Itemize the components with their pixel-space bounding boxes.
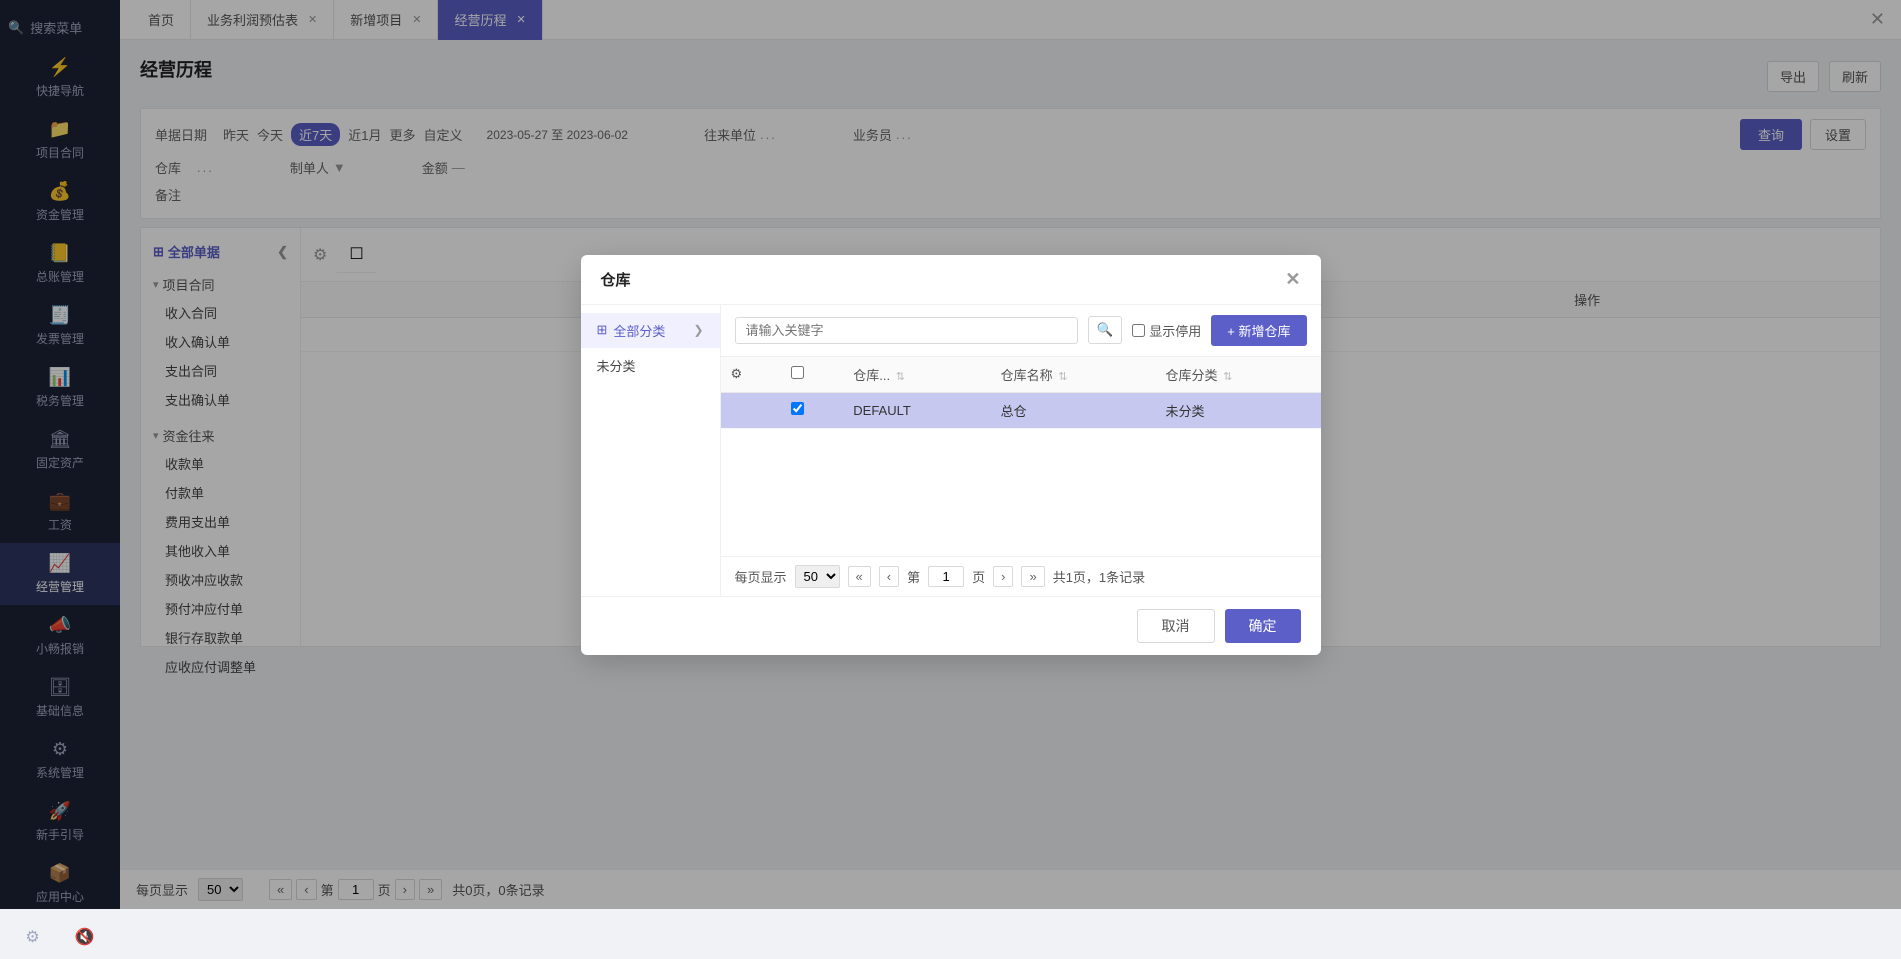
modal-show-disabled-checkbox[interactable] [1132,324,1145,337]
modal-close-btn[interactable]: ✕ [1285,269,1300,290]
modal-col-code: 仓库... ⇅ [843,357,990,393]
modal-col-category: 仓库分类 ⇅ [1156,357,1321,393]
modal-toolbar: 🔍 显示停用 + 新增仓库 [721,305,1321,357]
modal-body: ⊞ 全部分类 ❯ 未分类 🔍 显示停用 + 新增仓库 [581,305,1321,596]
modal-col-gear: ⚙ [721,357,781,393]
sidebar-bottom: ⚙ 🔇 [0,915,120,959]
modal-show-disabled-text: 显示停用 [1149,321,1201,340]
modal-all-label: 全部分类 [613,321,665,340]
table-row[interactable]: DEFAULT 总仓 未分类 [721,392,1321,428]
modal-search-input[interactable] [735,317,1078,344]
modal-page-prefix: 第 [907,567,920,586]
modal-pagination: 每页显示 50 « ‹ 第 页 › » 共1页，1条记录 [721,556,1321,596]
settings-bottom-icon[interactable]: ⚙ [25,927,39,947]
modal-unclassified[interactable]: 未分类 [581,348,720,383]
modal-cancel-btn[interactable]: 取消 [1137,609,1215,643]
modal-col-category-label: 仓库分类 [1166,368,1218,383]
modal-search-btn[interactable]: 🔍 [1088,316,1123,344]
modal-table: ⚙ 仓库... ⇅ 仓库名称 ⇅ [721,357,1321,429]
row-gear-cell [721,392,781,428]
row-name-cell: 总仓 [991,392,1156,428]
modal-col-name: 仓库名称 ⇅ [991,357,1156,393]
modal-col-check [781,357,844,393]
modal-unclassified-label: 未分类 [597,356,636,375]
modal-all-category[interactable]: ⊞ 全部分类 ❯ [581,313,720,348]
modal-add-btn[interactable]: + 新增仓库 [1211,315,1306,346]
modal-page-next[interactable]: › [993,566,1013,587]
row-category-cell: 未分类 [1156,392,1321,428]
modal-col-code-label: 仓库... [853,368,890,383]
modal-table-area: ⚙ 仓库... ⇅ 仓库名称 ⇅ [721,357,1321,556]
modal-left-panel: ⊞ 全部分类 ❯ 未分类 [581,305,721,596]
modal-col-name-label: 仓库名称 [1001,368,1053,383]
modal-title: 仓库 [601,269,631,290]
modal-footer: 取消 确定 [581,596,1321,655]
modal-confirm-btn[interactable]: 确定 [1225,609,1301,643]
mute-icon[interactable]: 🔇 [75,927,95,947]
grid-icon-modal: ⊞ [597,322,608,338]
modal-header: 仓库 ✕ [581,255,1321,305]
modal-page-input[interactable] [928,566,964,587]
modal-gear-icon[interactable]: ⚙ [731,366,743,381]
modal-page-label: 页 [972,567,985,586]
modal-page-first[interactable]: « [848,566,871,587]
row-code-cell: DEFAULT [843,392,990,428]
modal-category-sort[interactable]: ⇅ [1223,371,1232,383]
modal-per-page-label: 每页显示 [735,567,787,586]
modal-code-sort[interactable]: ⇅ [896,371,905,383]
modal-page-prev[interactable]: ‹ [879,566,899,587]
modal-name-sort[interactable]: ⇅ [1058,371,1067,383]
row-check-cell [781,392,844,428]
modal-left-collapse-btn[interactable]: ❯ [693,323,703,337]
warehouse-modal: 仓库 ✕ ⊞ 全部分类 ❯ 未分类 🔍 [581,255,1321,655]
modal-right-panel: 🔍 显示停用 + 新增仓库 ⚙ [721,305,1321,596]
modal-show-disabled-label: 显示停用 [1132,321,1201,340]
modal-per-page-select[interactable]: 50 [795,565,840,588]
modal-page-last[interactable]: » [1021,566,1044,587]
row-checkbox[interactable] [791,402,804,415]
modal-select-all[interactable] [791,366,804,379]
modal-overlay: 仓库 ✕ ⊞ 全部分类 ❯ 未分类 🔍 [0,0,1901,909]
modal-total-info: 共1页，1条记录 [1053,567,1145,586]
